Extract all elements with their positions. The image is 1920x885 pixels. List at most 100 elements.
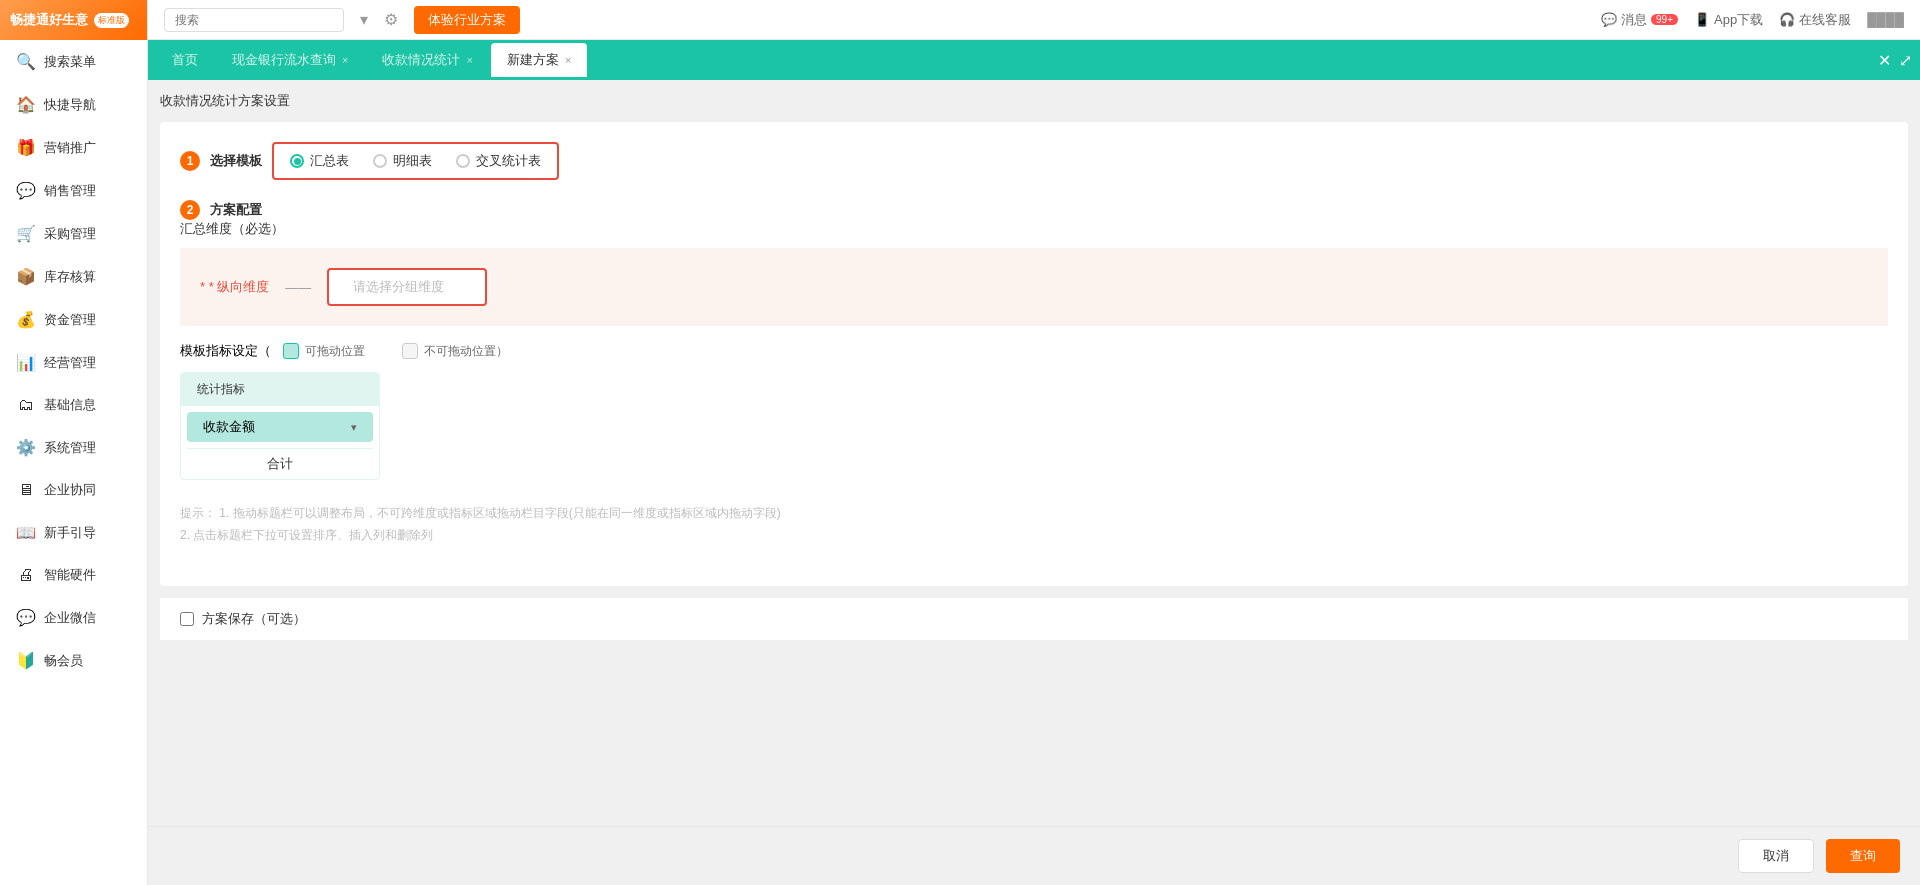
app-download-link[interactable]: 📱 App下载 xyxy=(1694,11,1763,29)
row-dim-label-text: * 纵向维度 xyxy=(209,279,270,294)
sidebar-item-wechat[interactable]: 💬 企业微信 xyxy=(0,596,147,639)
sidebar-item-label: 销售管理 xyxy=(44,182,96,200)
member-icon: 🔰 xyxy=(16,651,36,670)
sidebar-item-label: 系统管理 xyxy=(44,439,96,457)
tabbar: 首页 现金银行流水查询 × 收款情况统计 × 新建方案 × ✕ ⤢ xyxy=(148,40,1920,80)
close-new-plan-icon[interactable]: × xyxy=(565,54,571,66)
online-service-label: 在线客服 xyxy=(1799,11,1851,29)
indicator-chip-revenue[interactable]: 收款金额 ▾ xyxy=(187,412,373,442)
step1-number: 1 xyxy=(180,151,200,171)
non-draggable-legend: 不可拖动位置） xyxy=(402,343,508,360)
marketing-icon: 🎁 xyxy=(16,138,36,157)
indicator-header: 模板指标设定（ 可拖动位置 不可拖动位置） xyxy=(180,342,1888,360)
maximize-icon[interactable]: ⤢ xyxy=(1899,51,1912,70)
save-checkbox[interactable] xyxy=(180,612,194,626)
dimension-area: * * 纵向维度 —— 请选择分组维度 xyxy=(180,248,1888,326)
sidebar-item-label: 采购管理 xyxy=(44,225,96,243)
sidebar-item-quick-nav[interactable]: 🏠 快捷导航 xyxy=(0,83,147,126)
required-asterisk: * xyxy=(200,279,205,294)
industry-plan-button[interactable]: 体验行业方案 xyxy=(414,6,520,34)
sidebar-item-label: 新手引导 xyxy=(44,524,96,542)
step1-title: 选择模板 xyxy=(210,152,262,170)
sidebar-item-label: 搜索菜单 xyxy=(44,53,96,71)
sidebar-item-guide[interactable]: 📖 新手引导 xyxy=(0,511,147,554)
indicator-separator xyxy=(377,342,390,360)
search-menu-icon: 🔍 xyxy=(16,52,36,71)
close-receipt-stat-icon[interactable]: × xyxy=(466,54,472,66)
settings-icon[interactable]: ⚙ xyxy=(384,10,398,29)
save-section: 方案保存（可选） xyxy=(160,598,1908,640)
basic-info-icon: 🗂 xyxy=(16,396,36,414)
close-all-tabs-icon[interactable]: ✕ xyxy=(1878,51,1891,70)
tab-home[interactable]: 首页 xyxy=(156,43,214,77)
system-icon: ⚙️ xyxy=(16,438,36,457)
dropdown-icon[interactable]: ▾ xyxy=(360,10,368,29)
tab-receipt-stat[interactable]: 收款情况统计 × xyxy=(366,43,488,77)
step1-header: 1 选择模板 汇总表 明细表 交叉统计表 xyxy=(180,142,1888,180)
finance-icon: 💰 xyxy=(16,310,36,329)
radio-cross[interactable]: 交叉统计表 xyxy=(456,152,541,170)
search-input[interactable] xyxy=(164,8,344,32)
sidebar-item-member[interactable]: 🔰 畅会员 xyxy=(0,639,147,682)
sidebar: 畅捷通好生意 标准版 🔍 搜索菜单 🏠 快捷导航 🎁 营销推广 💬 销售管理 🛒… xyxy=(0,0,148,885)
indicator-section-label: 模板指标设定（ xyxy=(180,342,271,360)
tips-line-2: 2. 点击标题栏下拉可设置排序、插入列和删除列 xyxy=(180,525,1888,547)
arrow-separator: —— xyxy=(285,280,311,295)
sidebar-item-hardware[interactable]: 🖨 智能硬件 xyxy=(0,554,147,596)
online-service-link[interactable]: 🎧 在线客服 xyxy=(1779,11,1851,29)
close-bank-flow-icon[interactable]: × xyxy=(342,54,348,66)
sidebar-item-enterprise[interactable]: 🖥 企业协同 xyxy=(0,469,147,511)
query-button[interactable]: 查询 xyxy=(1826,839,1900,873)
sidebar-item-basic-info[interactable]: 🗂 基础信息 xyxy=(0,384,147,426)
guide-icon: 📖 xyxy=(16,523,36,542)
sidebar-item-purchase[interactable]: 🛒 采购管理 xyxy=(0,212,147,255)
sidebar-item-marketing[interactable]: 🎁 营销推广 xyxy=(0,126,147,169)
wechat-icon: 💬 xyxy=(16,608,36,627)
radio-summary-label: 汇总表 xyxy=(310,152,349,170)
template-radio-group: 汇总表 明细表 交叉统计表 xyxy=(272,142,559,180)
topbar-right: 💬 消息 99+ 📱 App下载 🎧 在线客服 ████ xyxy=(1601,11,1904,29)
dimension-select-placeholder: 请选择分组维度 xyxy=(353,279,444,294)
tab-bank-flow-label: 现金银行流水查询 xyxy=(232,51,336,69)
notification-area[interactable]: 💬 消息 99+ xyxy=(1601,11,1678,29)
radio-summary[interactable]: 汇总表 xyxy=(290,152,349,170)
sidebar-item-operations[interactable]: 📊 经营管理 xyxy=(0,341,147,384)
sales-icon: 💬 xyxy=(16,181,36,200)
non-draggable-legend-box xyxy=(402,343,418,359)
cancel-button[interactable]: 取消 xyxy=(1738,839,1814,873)
notification-label: 消息 xyxy=(1621,11,1647,29)
sidebar-item-label: 基础信息 xyxy=(44,396,96,414)
app-download-label: App下载 xyxy=(1714,11,1763,29)
sidebar-item-label: 营销推广 xyxy=(44,139,96,157)
draggable-legend-label: 可拖动位置 xyxy=(305,343,365,360)
sidebar-item-label: 畅会员 xyxy=(44,652,83,670)
dimension-select[interactable]: 请选择分组维度 xyxy=(327,268,487,306)
sidebar-item-label: 智能硬件 xyxy=(44,566,96,584)
indicator-table: 统计指标 收款金额 ▾ 合计 xyxy=(180,372,380,480)
settings-card: 1 选择模板 汇总表 明细表 交叉统计表 xyxy=(160,122,1908,586)
step2-number: 2 xyxy=(180,200,200,220)
page-footer: 取消 查询 xyxy=(148,826,1920,885)
tab-home-label: 首页 xyxy=(172,51,198,69)
sidebar-item-label: 企业协同 xyxy=(44,481,96,499)
indicator-total-row: 合计 xyxy=(187,448,373,479)
page-content: 收款情况统计方案设置 1 选择模板 汇总表 明细表 xyxy=(148,80,1920,826)
step1-section: 1 选择模板 汇总表 明细表 交叉统计表 xyxy=(180,142,1888,180)
sidebar-item-finance[interactable]: 💰 资金管理 xyxy=(0,298,147,341)
tips-line-1: 提示： 1. 拖动标题栏可以调整布局，不可跨维度或指标区域拖动栏目字段(只能在同… xyxy=(180,503,1888,525)
tab-bank-flow[interactable]: 现金银行流水查询 × xyxy=(216,43,364,77)
sidebar-item-search-menu[interactable]: 🔍 搜索菜单 xyxy=(0,40,147,83)
radio-detail[interactable]: 明细表 xyxy=(373,152,432,170)
tips-section: 提示： 1. 拖动标题栏可以调整布局，不可跨维度或指标区域拖动栏目字段(只能在同… xyxy=(180,503,1888,546)
sidebar-item-system[interactable]: ⚙️ 系统管理 xyxy=(0,426,147,469)
radio-summary-dot xyxy=(290,154,304,168)
step2-section: 2 方案配置 汇总维度（必选） * * 纵向维度 —— xyxy=(180,200,1888,546)
tab-receipt-stat-label: 收款情况统计 xyxy=(382,51,460,69)
page-title: 收款情况统计方案设置 xyxy=(160,92,1908,110)
user-name: ████ xyxy=(1867,12,1904,27)
step2-title: 方案配置 xyxy=(210,201,262,219)
tab-new-plan[interactable]: 新建方案 × xyxy=(491,43,587,77)
radio-cross-label: 交叉统计表 xyxy=(476,152,541,170)
sidebar-item-sales[interactable]: 💬 销售管理 xyxy=(0,169,147,212)
sidebar-item-inventory[interactable]: 📦 库存核算 xyxy=(0,255,147,298)
